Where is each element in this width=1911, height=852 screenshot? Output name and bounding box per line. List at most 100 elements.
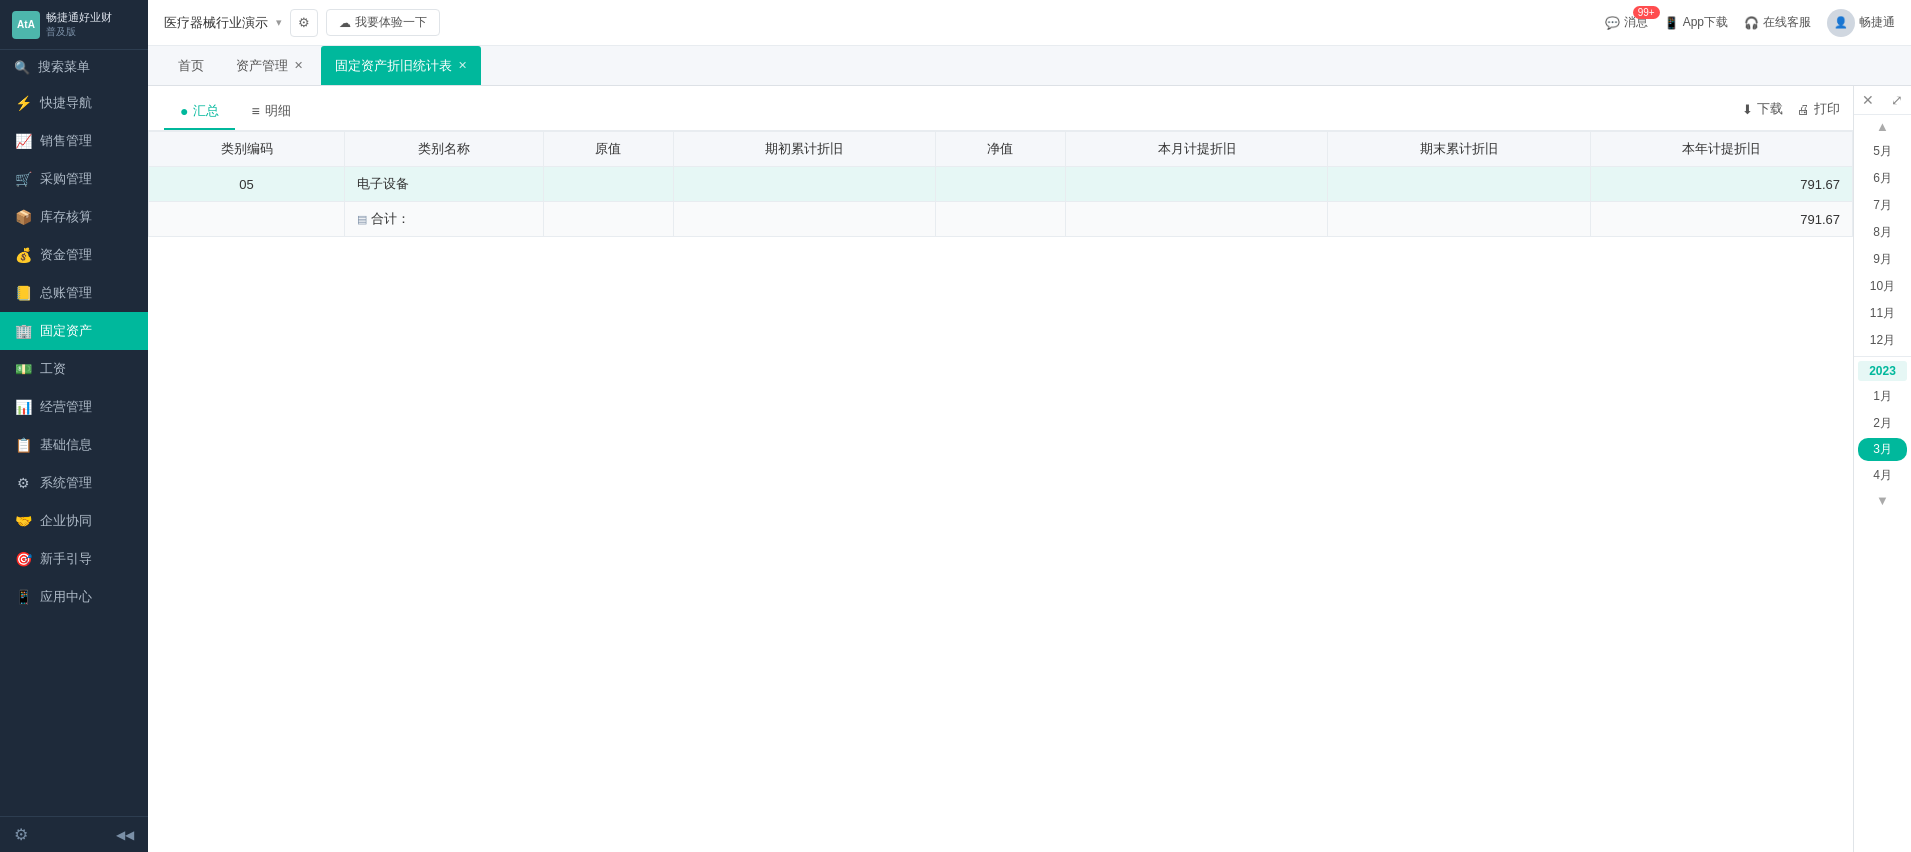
- total-period-end: [1328, 202, 1590, 237]
- inner-tab-detail[interactable]: ≡ 明细: [235, 96, 306, 130]
- operations-icon: 📊: [14, 398, 32, 416]
- right-panel-close-button[interactable]: ✕: [1862, 92, 1874, 108]
- tab-home[interactable]: 首页: [164, 46, 218, 85]
- sidebar-item-inventory[interactable]: 📦 库存核算: [0, 198, 148, 236]
- col-period-end-accum-depreciation: 期末累计折旧: [1328, 132, 1590, 167]
- sidebar-item-fixed-assets[interactable]: 🏢 固定资产: [0, 312, 148, 350]
- sidebar: AtA 畅捷通好业财 普及版 🔍 搜索菜单 ⚡ 快捷导航 📈 销售管理 🛒 采购…: [0, 0, 148, 852]
- table-row: 05 电子设备 791.67: [149, 167, 1853, 202]
- sidebar-nav: ⚡ 快捷导航 📈 销售管理 🛒 采购管理 📦 库存核算 💰 资金管理 📒 总账管…: [0, 84, 148, 816]
- user-avatar-icon: 👤: [1834, 16, 1848, 29]
- inner-tabs-left: ● 汇总 ≡ 明细: [164, 96, 307, 130]
- sidebar-collapse-icon[interactable]: ◀◀: [116, 828, 134, 842]
- col-original-value: 原值: [543, 132, 673, 167]
- sidebar-item-ledger[interactable]: 📒 总账管理: [0, 274, 148, 312]
- basic-info-icon: 📋: [14, 436, 32, 454]
- download-button[interactable]: ⬇ 下载: [1742, 100, 1783, 118]
- company-name[interactable]: 医疗器械行业演示: [164, 14, 268, 32]
- sidebar-search[interactable]: 🔍 搜索菜单: [0, 50, 148, 84]
- sidebar-item-guide[interactable]: 🎯 新手引导: [0, 540, 148, 578]
- right-panel-months-before: 5月 6月 7月 8月 9月 10月 11月 12月: [1854, 138, 1911, 354]
- col-period-accum-depreciation: 期初累计折旧: [673, 132, 935, 167]
- sidebar-item-capital[interactable]: 💰 资金管理: [0, 236, 148, 274]
- tab-fixed-asset-depreciation[interactable]: 固定资产折旧统计表 ✕: [321, 46, 481, 85]
- month-5[interactable]: 5月: [1854, 138, 1911, 165]
- payroll-label: 工资: [40, 360, 66, 378]
- system-label: 系统管理: [40, 474, 92, 492]
- right-panel: ✕ ⤢ ▲ 5月 6月 7月 8月 9月 10月 11月 12月 2023: [1853, 86, 1911, 852]
- table-total-row: ▤ 合计： 791.67: [149, 202, 1853, 237]
- headset-icon: 🎧: [1744, 16, 1759, 30]
- month-6[interactable]: 6月: [1854, 165, 1911, 192]
- month-9[interactable]: 9月: [1854, 246, 1911, 273]
- sales-icon: 📈: [14, 132, 32, 150]
- asset-management-tab-close[interactable]: ✕: [294, 59, 303, 72]
- print-icon: 🖨: [1797, 102, 1810, 117]
- month-10[interactable]: 10月: [1854, 273, 1911, 300]
- cell-original-value: [543, 167, 673, 202]
- sidebar-item-quick-nav[interactable]: ⚡ 快捷导航: [0, 84, 148, 122]
- tab-asset-management[interactable]: 资产管理 ✕: [222, 46, 317, 85]
- inventory-icon: 📦: [14, 208, 32, 226]
- month-2023-2[interactable]: 2月: [1854, 410, 1911, 437]
- operations-label: 经营管理: [40, 398, 92, 416]
- month-12[interactable]: 12月: [1854, 327, 1911, 354]
- month-11[interactable]: 11月: [1854, 300, 1911, 327]
- customer-service-item[interactable]: 🎧 在线客服: [1744, 14, 1811, 31]
- dropdown-arrow-icon[interactable]: ▾: [276, 16, 282, 29]
- sidebar-item-operations[interactable]: 📊 经营管理: [0, 388, 148, 426]
- payroll-icon: 💵: [14, 360, 32, 378]
- sidebar-item-payroll[interactable]: 💵 工资: [0, 350, 148, 388]
- month-7[interactable]: 7月: [1854, 192, 1911, 219]
- print-button[interactable]: 🖨 打印: [1797, 100, 1840, 118]
- system-icon: ⚙: [14, 474, 32, 492]
- basic-info-label: 基础信息: [40, 436, 92, 454]
- app-download-item[interactable]: 📱 App下载: [1664, 14, 1728, 31]
- depreciation-table: 类别编码 类别名称 原值 期初累计折旧 净值 本月计提折旧 期末累计折旧 本年计…: [148, 131, 1853, 237]
- month-2023-3[interactable]: 3月: [1858, 438, 1907, 461]
- guide-icon: 🎯: [14, 550, 32, 568]
- detail-tab-icon: ≡: [251, 103, 259, 119]
- inner-tab-summary[interactable]: ● 汇总: [164, 96, 235, 130]
- sidebar-settings-icon[interactable]: ⚙: [14, 825, 28, 844]
- right-panel-scroll-down[interactable]: ▼: [1854, 489, 1911, 512]
- month-2023-1[interactable]: 1月: [1854, 383, 1911, 410]
- ledger-label: 总账管理: [40, 284, 92, 302]
- summary-tab-icon: ●: [180, 103, 188, 119]
- right-panel-expand-button[interactable]: ⤢: [1891, 92, 1903, 108]
- quick-nav-icon: ⚡: [14, 94, 32, 112]
- cell-period-accum-depreciation: [673, 167, 935, 202]
- month-2023-4[interactable]: 4月: [1854, 462, 1911, 489]
- right-panel-months-2023: 1月 2月 3月 4月: [1854, 383, 1911, 489]
- cell-monthly-depreciation: [1065, 167, 1327, 202]
- month-8[interactable]: 8月: [1854, 219, 1911, 246]
- ledger-icon: 📒: [14, 284, 32, 302]
- mobile-icon: 📱: [1664, 16, 1679, 30]
- settings-button[interactable]: ⚙: [290, 9, 318, 37]
- sidebar-item-purchase[interactable]: 🛒 采购管理: [0, 160, 148, 198]
- message-item[interactable]: 💬 消息 99+: [1605, 14, 1648, 31]
- topbar-left: 医疗器械行业演示 ▾ ⚙ ☁ 我要体验一下: [164, 9, 440, 37]
- right-panel-scroll-up[interactable]: ▲: [1854, 115, 1911, 138]
- sidebar-item-app-center[interactable]: 📱 应用中心: [0, 578, 148, 616]
- experience-button[interactable]: ☁ 我要体验一下: [326, 9, 440, 36]
- sidebar-item-enterprise[interactable]: 🤝 企业协同: [0, 502, 148, 540]
- enterprise-label: 企业协同: [40, 512, 92, 530]
- col-monthly-depreciation: 本月计提折旧: [1065, 132, 1327, 167]
- sidebar-item-sales[interactable]: 📈 销售管理: [0, 122, 148, 160]
- sidebar-item-basic-info[interactable]: 📋 基础信息: [0, 426, 148, 464]
- sidebar-item-system[interactable]: ⚙ 系统管理: [0, 464, 148, 502]
- topbar-right: 💬 消息 99+ 📱 App下载 🎧 在线客服 👤 畅捷通: [1605, 9, 1895, 37]
- col-net-value: 净值: [936, 132, 1066, 167]
- enterprise-icon: 🤝: [14, 512, 32, 530]
- purchase-label: 采购管理: [40, 170, 92, 188]
- cell-annual-depreciation: 791.67: [1590, 167, 1852, 202]
- fixed-assets-label: 固定资产: [40, 322, 92, 340]
- right-panel-header: ✕ ⤢: [1854, 86, 1911, 115]
- total-label: ▤ 合计：: [357, 210, 531, 228]
- fixed-asset-depreciation-tab-close[interactable]: ✕: [458, 59, 467, 72]
- message-badge: 99+: [1633, 6, 1660, 19]
- user-item[interactable]: 👤 畅捷通: [1827, 9, 1895, 37]
- message-icon: 💬: [1605, 16, 1620, 30]
- cell-category-name: 电子设备: [345, 167, 544, 202]
